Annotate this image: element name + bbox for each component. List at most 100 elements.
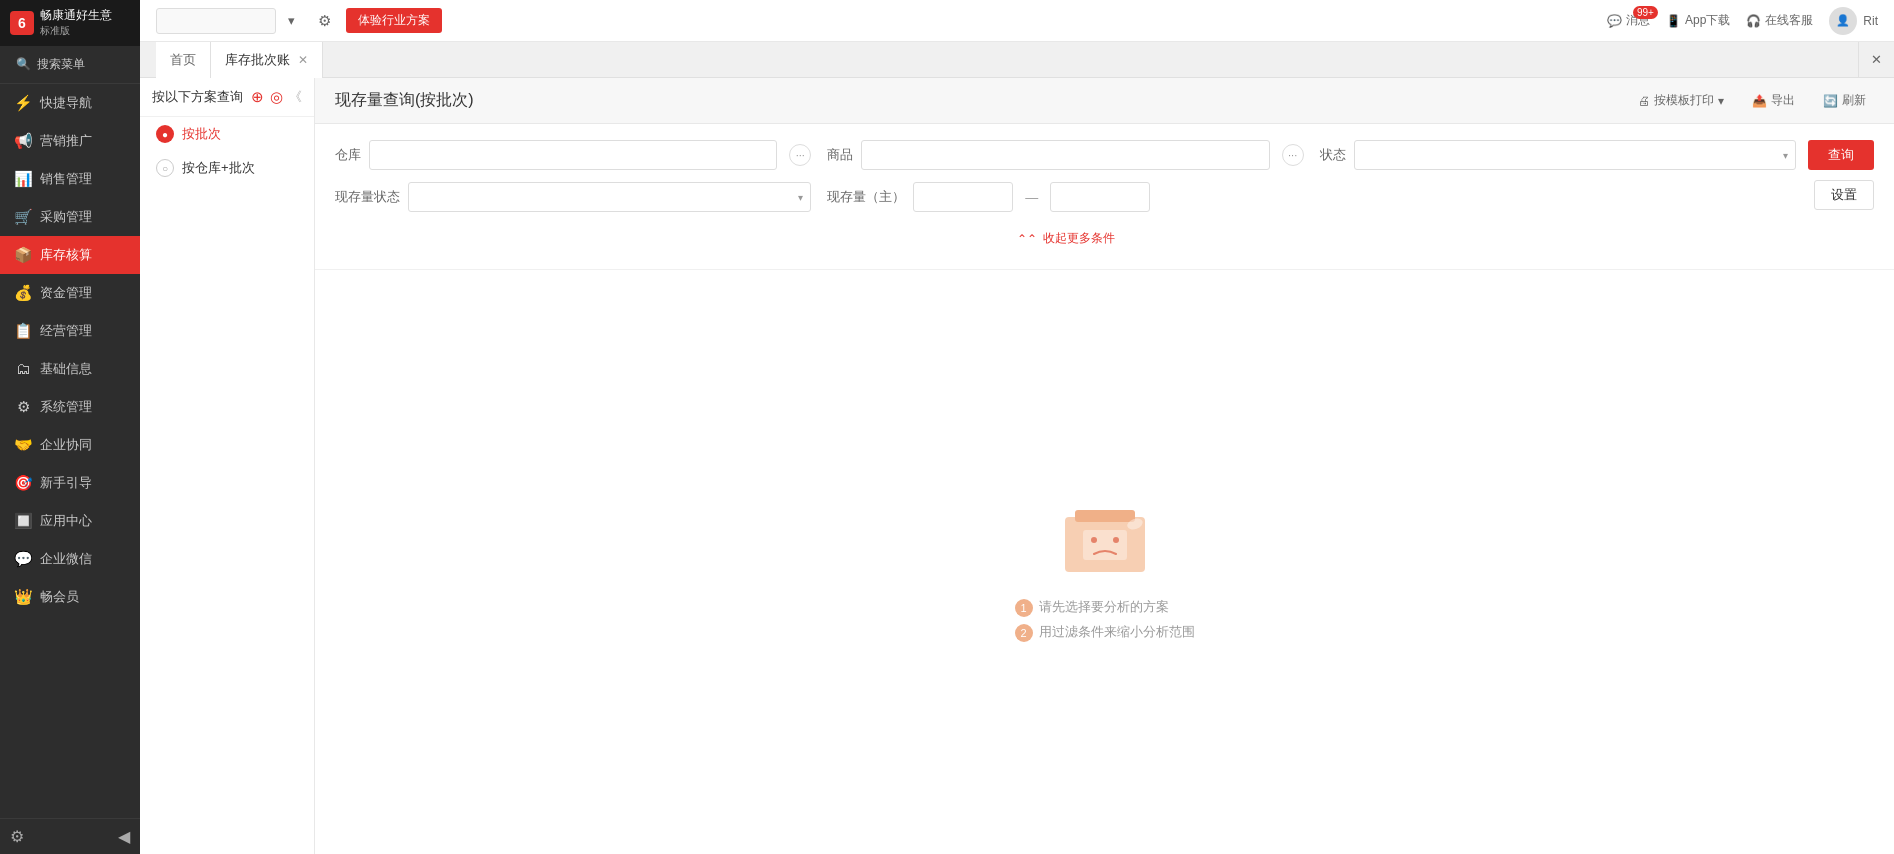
sidebar-item-sales[interactable]: 📊 销售管理 <box>0 160 140 198</box>
empty-illustration <box>1055 482 1155 582</box>
enterprise-icon: 🤝 <box>14 436 32 454</box>
refresh-button[interactable]: 🔄 刷新 <box>1815 88 1874 113</box>
user-menu[interactable]: 👤 Rit <box>1829 7 1878 35</box>
sidebar-search-area[interactable]: 🔍 搜索菜单 <box>0 46 140 84</box>
filter-warehouse-batch-icon: ○ <box>156 159 174 177</box>
tip-num-1: 1 <box>1015 599 1033 617</box>
filter-settings-icon[interactable]: ◎ <box>270 88 283 106</box>
marketing-icon: 📢 <box>14 132 32 150</box>
inventory-status-select[interactable]: 全部 有库存 无库存 <box>408 182 811 212</box>
sidebar-nav: ⚡ 快捷导航 📢 营销推广 📊 销售管理 🛒 采购管理 📦 库存核算 💰 资金管… <box>0 84 140 818</box>
sidebar-item-finance[interactable]: 💰 资金管理 <box>0 274 140 312</box>
print-template-button[interactable]: 🖨 按模板打印 ▾ <box>1630 88 1732 113</box>
messages-badge: 99+ <box>1633 6 1658 19</box>
product-more-icon[interactable]: ··· <box>1282 144 1304 166</box>
sidebar-item-purchase[interactable]: 🛒 采购管理 <box>0 198 140 236</box>
product-label: 商品 <box>827 146 853 164</box>
status-select[interactable]: 全部 正常 停用 <box>1354 140 1796 170</box>
warehouse-more-icon[interactable]: ··· <box>789 144 811 166</box>
filter-collapse-icon[interactable]: 《 <box>289 88 302 106</box>
sidebar-item-inventory[interactable]: 📦 库存核算 <box>0 236 140 274</box>
warehouse-input[interactable] <box>369 140 777 170</box>
app-download-icon: 📱 <box>1666 14 1681 28</box>
filter-add-icon[interactable]: ⊕ <box>251 88 264 106</box>
settings-footer-icon[interactable]: ⚙ <box>10 827 24 846</box>
refresh-icon: 🔄 <box>1823 94 1838 108</box>
tab-home[interactable]: 首页 <box>156 42 211 78</box>
settings-button[interactable]: 设置 <box>1814 180 1874 210</box>
sidebar-item-shortcut[interactable]: ⚡ 快捷导航 <box>0 84 140 122</box>
sidebar-item-label: 快捷导航 <box>40 94 92 112</box>
inventory-main-from[interactable] <box>913 182 1013 212</box>
experience-btn[interactable]: 体验行业方案 <box>346 8 442 33</box>
online-service-button[interactable]: 🎧 在线客服 <box>1746 12 1813 29</box>
sidebar-item-label: 企业协同 <box>40 436 92 454</box>
topbar-gear-icon[interactable]: ⚙ <box>310 7 338 35</box>
search-actions: 查询 设置 <box>1808 140 1874 210</box>
collapse-more-button[interactable]: ⌃⌃ 收起更多条件 <box>335 224 1796 253</box>
tip-text-1: 请先选择要分析的方案 <box>1039 598 1169 616</box>
search-icon: 🔍 <box>16 57 31 71</box>
search-form: 仓库 ··· 商品 ··· 状态 <box>315 124 1894 270</box>
sidebar-item-label: 经营管理 <box>40 322 92 340</box>
tab-close-icon[interactable]: ✕ <box>298 53 308 67</box>
messages-button[interactable]: 💬 消息 99+ <box>1607 12 1650 29</box>
filter-panel-actions: ⊕ ◎ 《 <box>251 88 302 106</box>
sidebar-item-basic[interactable]: 🗂 基础信息 <box>0 350 140 388</box>
sidebar-item-label: 新手引导 <box>40 474 92 492</box>
warehouse-label: 仓库 <box>335 146 361 164</box>
tab-panel-close-icon[interactable]: ✕ <box>1858 42 1894 78</box>
sidebar-item-label: 企业微信 <box>40 550 92 568</box>
user-avatar-text: 👤 <box>1836 14 1850 27</box>
print-label: 按模板打印 <box>1654 92 1714 109</box>
empty-svg <box>1055 482 1155 582</box>
sidebar-item-member[interactable]: 👑 畅会员 <box>0 578 140 616</box>
sidebar-footer: ⚙ ◀ <box>0 818 140 854</box>
collapse-label: 收起更多条件 <box>1043 230 1115 247</box>
filter-panel-header: 按以下方案查询 ⊕ ◎ 《 <box>140 78 314 117</box>
tip-num-2: 2 <box>1015 624 1033 642</box>
sidebar-item-enterprise[interactable]: 🤝 企业协同 <box>0 426 140 464</box>
query-button[interactable]: 查询 <box>1808 140 1874 170</box>
sales-icon: 📊 <box>14 170 32 188</box>
inventory-main-field: 现存量（主） — <box>827 182 1303 212</box>
export-button[interactable]: 📤 导出 <box>1744 88 1803 113</box>
collapse-sidebar-icon[interactable]: ◀ <box>118 827 130 846</box>
search-form-row1: 仓库 ··· 商品 ··· 状态 <box>335 140 1796 170</box>
tab-inventory-batch[interactable]: 库存批次账 ✕ <box>211 42 323 78</box>
empty-state: 1 请先选择要分析的方案 2 用过滤条件来缩小分析范围 <box>315 270 1894 854</box>
filter-item-warehouse-batch[interactable]: ○ 按仓库+批次 <box>140 151 314 185</box>
search-menu-label: 搜索菜单 <box>37 56 85 73</box>
topbar-search-input[interactable] <box>156 8 276 34</box>
page-title: 现存量查询(按批次) <box>335 90 474 111</box>
empty-tip-1: 1 请先选择要分析的方案 <box>1015 598 1195 617</box>
filter-batch-icon: ● <box>156 125 174 143</box>
sidebar-item-apps[interactable]: 🔲 应用中心 <box>0 502 140 540</box>
filter-item-batch[interactable]: ● 按批次 <box>140 117 314 151</box>
sidebar-item-wechat[interactable]: 💬 企业微信 <box>0 540 140 578</box>
topbar-left: ▾ ⚙ 体验行业方案 <box>156 7 1595 35</box>
tabbar: 首页 库存批次账 ✕ ✕ <box>140 42 1894 78</box>
export-icon: 📤 <box>1752 94 1767 108</box>
refresh-label: 刷新 <box>1842 92 1866 109</box>
content-area: 按以下方案查询 ⊕ ◎ 《 ● 按批次 ○ 按仓库+批次 <box>140 78 1894 854</box>
inventory-main-to[interactable] <box>1050 182 1150 212</box>
search-menu-button[interactable]: 🔍 搜索菜单 <box>10 52 130 77</box>
status-field: 状态 全部 正常 停用 ▾ <box>1320 140 1796 170</box>
filter-warehouse-batch-label: 按仓库+批次 <box>182 159 255 177</box>
product-input[interactable] <box>861 140 1269 170</box>
print-dropdown-icon[interactable]: ▾ <box>1718 94 1724 108</box>
sidebar-item-label: 库存核算 <box>40 246 92 264</box>
sidebar-item-system[interactable]: ⚙ 系统管理 <box>0 388 140 426</box>
svg-rect-1 <box>1075 510 1135 522</box>
empty-tips: 1 请先选择要分析的方案 2 用过滤条件来缩小分析范围 <box>1015 598 1195 642</box>
sidebar-item-label: 销售管理 <box>40 170 92 188</box>
svg-point-4 <box>1113 537 1119 543</box>
sidebar-item-newbie[interactable]: 🎯 新手引导 <box>0 464 140 502</box>
app-download-button[interactable]: 📱 App下载 <box>1666 12 1730 29</box>
topbar-search-dropdown-icon[interactable]: ▾ <box>280 10 302 32</box>
tip-text-2: 用过滤条件来缩小分析范围 <box>1039 623 1195 641</box>
sidebar-item-marketing[interactable]: 📢 营销推广 <box>0 122 140 160</box>
sidebar-item-label: 资金管理 <box>40 284 92 302</box>
sidebar-item-operation[interactable]: 📋 经营管理 <box>0 312 140 350</box>
